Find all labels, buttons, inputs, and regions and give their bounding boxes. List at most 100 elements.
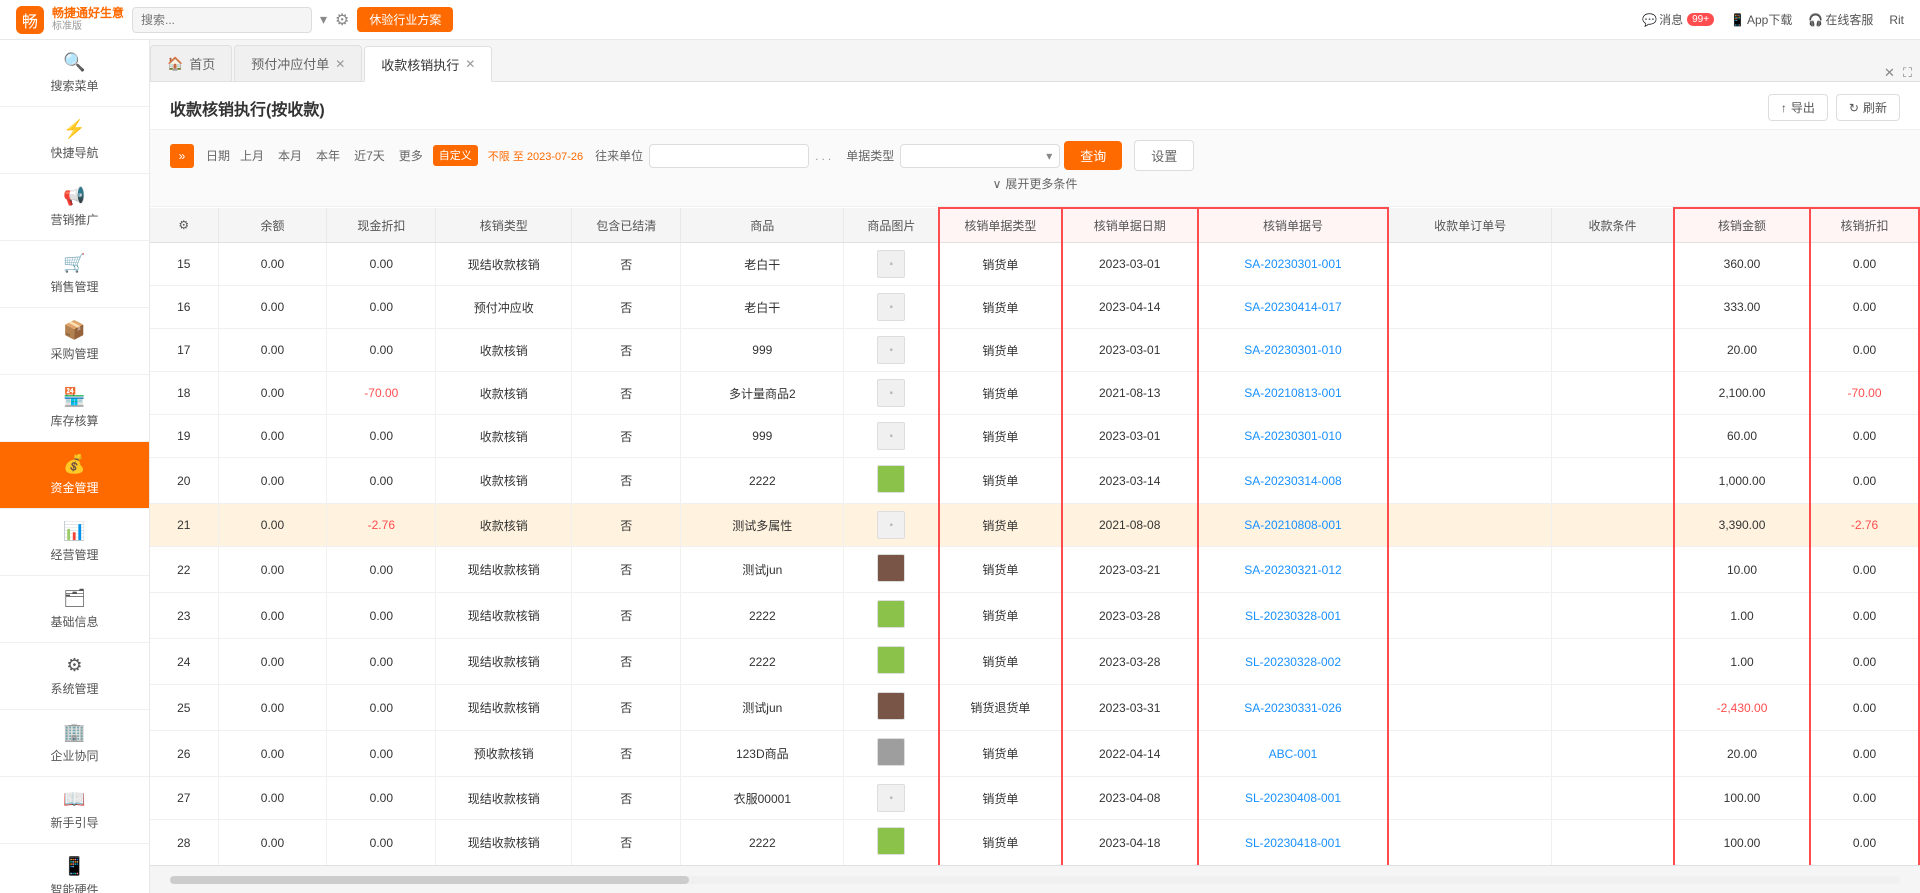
report-no-link[interactable]: SL-20230328-001 (1245, 609, 1341, 623)
top-search-input[interactable] (132, 7, 312, 33)
cell-report-no[interactable]: SL-20230328-001 (1198, 593, 1389, 639)
table-settings-icon[interactable]: ⚙ (178, 218, 189, 232)
sidebar-item-finance[interactable]: 💰 资金管理 (0, 442, 149, 509)
cell-goods: 衣服00001 (681, 777, 844, 820)
industry-btn[interactable]: 休验行业方案 (357, 7, 453, 32)
sidebar-item-purchase[interactable]: 📦 采购管理 (0, 308, 149, 375)
sidebar-item-corp[interactable]: 🏢 企业协同 (0, 710, 149, 777)
app-download[interactable]: 📱 App下载 (1730, 11, 1792, 28)
report-no-link[interactable]: SA-20230414-017 (1244, 300, 1341, 314)
dropdown-icon[interactable]: ▾ (320, 11, 327, 28)
col-header-settings[interactable]: ⚙ (150, 208, 218, 243)
report-no-link[interactable]: SL-20230328-002 (1245, 655, 1341, 669)
date-this-month[interactable]: 本月 (274, 145, 306, 166)
doctype-label: 单据类型 (846, 147, 894, 164)
close-tab-icon[interactable]: ✕ (1884, 65, 1895, 81)
report-no-link[interactable]: SA-20230331-026 (1244, 701, 1341, 715)
report-no-link[interactable]: SA-20230301-010 (1244, 343, 1341, 357)
cell-goods: 2222 (681, 458, 844, 504)
cell-report-no[interactable]: SA-20230321-012 (1198, 547, 1389, 593)
cell-writeoff-discount: 0.00 (1810, 685, 1919, 731)
date-custom-btn[interactable]: 自定义 (433, 145, 478, 166)
sidebar-item-guide[interactable]: 📖 新手引导 (0, 777, 149, 844)
cell-receipt-order (1388, 504, 1551, 547)
settings-gear-icon[interactable]: ⚙ (335, 10, 349, 30)
cell-report-no[interactable]: SL-20230408-001 (1198, 777, 1389, 820)
cell-report-no[interactable]: SA-20230314-008 (1198, 458, 1389, 504)
partner-input[interactable] (649, 144, 809, 168)
toggle-filter-btn[interactable]: » (170, 144, 194, 168)
date-more[interactable]: 更多 (395, 145, 427, 166)
doctype-select[interactable] (900, 144, 1060, 168)
cell-report-no[interactable]: ABC-001 (1198, 731, 1389, 777)
cell-report-no[interactable]: SL-20230328-002 (1198, 639, 1389, 685)
cell-balance: 0.00 (218, 547, 327, 593)
cell-amount: 360.00 (1674, 243, 1810, 286)
cell-cash-discount: 0.00 (327, 820, 436, 866)
cell-settled: 否 (572, 504, 681, 547)
report-no-link[interactable]: SL-20230418-001 (1245, 836, 1341, 850)
cell-receipt-cond (1552, 415, 1674, 458)
report-no-link[interactable]: ABC-001 (1269, 747, 1318, 761)
setting-btn[interactable]: 设置 (1134, 140, 1194, 171)
report-no-link[interactable]: SA-20230301-001 (1244, 257, 1341, 271)
sidebar-item-baseinfo[interactable]: 🗂 基础信息 (0, 576, 149, 643)
cell-report-no[interactable]: SA-20210813-001 (1198, 372, 1389, 415)
sidebar-item-inventory[interactable]: 🏪 库存核算 (0, 375, 149, 442)
report-no-link[interactable]: SA-20230301-010 (1244, 429, 1341, 443)
cell-balance: 0.00 (218, 731, 327, 777)
user-info[interactable]: Rit (1889, 13, 1904, 27)
cell-writeoff-discount: 0.00 (1810, 731, 1919, 777)
cell-balance: 0.00 (218, 243, 327, 286)
tab-receipt-writeoff-close[interactable]: ✕ (465, 57, 475, 71)
main-layout: 🔍 搜索菜单 ⚡ 快捷导航 📢 营销推广 🛒 销售管理 📦 采购管理 🏪 库存核… (0, 40, 1920, 893)
notification-area[interactable]: 💬 消息 99+ (1642, 11, 1714, 28)
expand-more-btn[interactable]: ∨ 展开更多条件 (170, 171, 1900, 196)
cell-report-no[interactable]: SA-20230301-010 (1198, 329, 1389, 372)
cell-writeoff-discount: 0.00 (1810, 593, 1919, 639)
report-no-link[interactable]: SA-20210813-001 (1244, 386, 1341, 400)
sidebar-item-sales[interactable]: 🛒 销售管理 (0, 241, 149, 308)
online-service[interactable]: 🎧 在线客服 (1808, 11, 1873, 28)
cell-report-no[interactable]: SA-20230301-010 (1198, 415, 1389, 458)
export-btn[interactable]: ↑ 导出 (1768, 94, 1828, 121)
report-no-link[interactable]: SA-20230321-012 (1244, 563, 1341, 577)
sidebar-item-quicknav[interactable]: ⚡ 快捷导航 (0, 107, 149, 174)
report-no-link[interactable]: SA-20230314-008 (1244, 474, 1341, 488)
sidebar-item-system[interactable]: ⚙ 系统管理 (0, 643, 149, 710)
page-header: 收款核销执行(按收款) ↑ 导出 ↻ 刷新 (150, 82, 1920, 130)
report-no-link[interactable]: SA-20210808-001 (1244, 518, 1341, 532)
sidebar-item-smarthw[interactable]: 📱 智能硬件 (0, 844, 149, 893)
cell-report-type: 销货单 (939, 243, 1061, 286)
tab-prepay-close[interactable]: ✕ (335, 57, 345, 71)
cell-receipt-order (1388, 820, 1551, 866)
date-this-year[interactable]: 本年 (312, 145, 344, 166)
cell-report-no[interactable]: SL-20230418-001 (1198, 820, 1389, 866)
table-row: 18 0.00 -70.00 收款核销 否 多计量商品2 ▪ 销货单 2021-… (150, 372, 1919, 415)
cell-report-no[interactable]: SA-20210808-001 (1198, 504, 1389, 547)
date-7days[interactable]: 近7天 (350, 145, 389, 166)
sidebar-item-marketing[interactable]: 📢 营销推广 (0, 174, 149, 241)
fullscreen-icon[interactable]: ⛶ (1903, 65, 1912, 81)
cell-report-no[interactable]: SA-20230301-001 (1198, 243, 1389, 286)
filter-area: » 日期 上月 本月 本年 近7天 更多 自定义 不限 至 2023-07-26 (150, 130, 1920, 207)
refresh-btn[interactable]: ↻ 刷新 (1836, 94, 1900, 121)
date-last-month[interactable]: 上月 (236, 145, 268, 166)
cell-writeoff-discount: 0.00 (1810, 286, 1919, 329)
tab-home[interactable]: 🏠 首页 (150, 45, 232, 81)
cell-report-no[interactable]: SA-20230331-026 (1198, 685, 1389, 731)
cell-writeoff-discount: -70.00 (1810, 372, 1919, 415)
report-no-link[interactable]: SL-20230408-001 (1245, 791, 1341, 805)
cell-amount: 10.00 (1674, 547, 1810, 593)
cell-report-no[interactable]: SA-20230414-017 (1198, 286, 1389, 329)
tab-receipt-writeoff[interactable]: 收款核销执行 ✕ (364, 46, 492, 82)
cell-goods: 老白干 (681, 243, 844, 286)
scrollbar-area[interactable] (170, 876, 1900, 884)
page-actions: ↑ 导出 ↻ 刷新 (1768, 94, 1900, 121)
sidebar-item-search[interactable]: 🔍 搜索菜单 (0, 40, 149, 107)
sidebar-item-business[interactable]: 📊 经营管理 (0, 509, 149, 576)
query-btn[interactable]: 查询 (1064, 141, 1122, 170)
cell-seq: 18 (150, 372, 218, 415)
tab-prepay[interactable]: 预付冲应付单 ✕ (234, 45, 362, 81)
cell-report-date: 2023-03-31 (1062, 685, 1198, 731)
